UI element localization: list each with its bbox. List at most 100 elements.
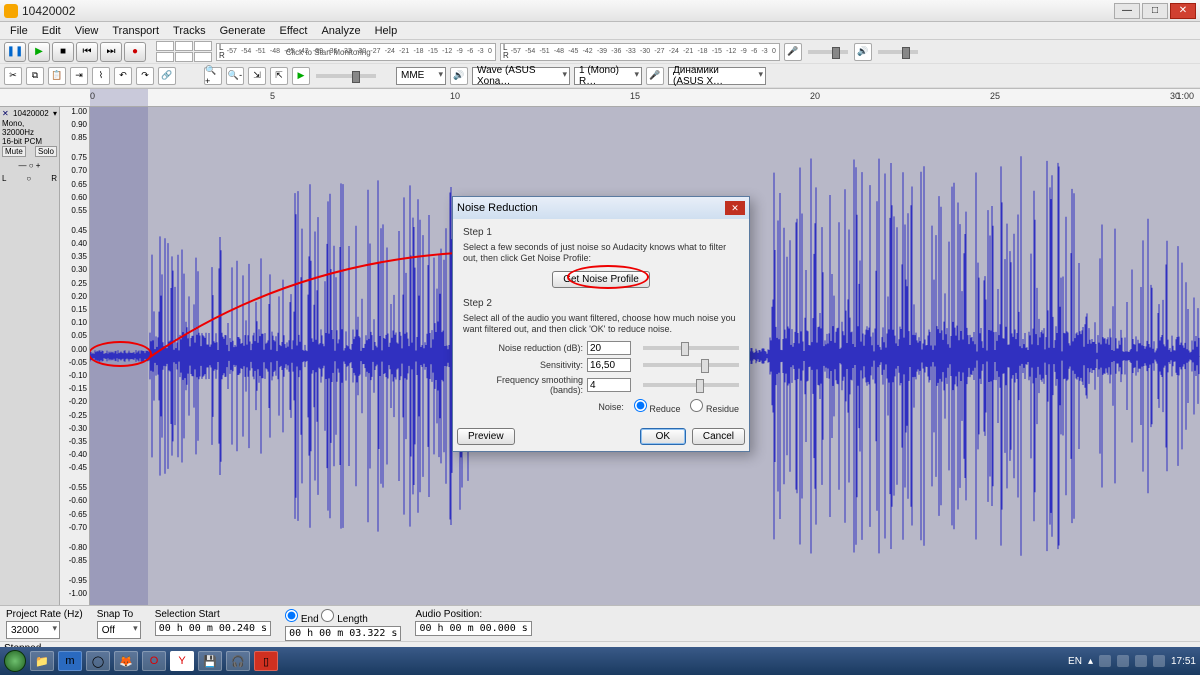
noise-reduction-dialog: Noise Reduction ✕ Step 1 Select a few se…: [452, 196, 750, 452]
menu-file[interactable]: File: [4, 24, 34, 38]
zoom-fit-button[interactable]: ⇱: [270, 67, 288, 85]
selection-end-field[interactable]: 00 h 00 m 03.322 s: [285, 626, 401, 641]
close-button[interactable]: ✕: [1170, 3, 1196, 19]
speed-slider[interactable]: [316, 74, 376, 78]
audio-host-combo[interactable]: MME: [396, 67, 446, 85]
sensitivity-slider[interactable]: [643, 363, 739, 367]
tray-shield-icon[interactable]: [1153, 655, 1165, 667]
track-control-panel[interactable]: ✕10420002▾ Mono, 32000Hz 16-bit PCM Mute…: [0, 107, 60, 605]
menu-bar: FileEditViewTransportTracksGenerateEffec…: [0, 22, 1200, 40]
tool-selector[interactable]: [156, 41, 212, 62]
project-rate-combo[interactable]: 32000: [6, 621, 60, 639]
input-volume-slider[interactable]: [808, 50, 848, 54]
tray-flag-icon[interactable]: [1099, 655, 1111, 667]
system-tray[interactable]: EN ▴ 17:51: [1068, 655, 1196, 667]
cut-button[interactable]: ✂: [4, 67, 22, 85]
clock[interactable]: 17:51: [1171, 656, 1196, 667]
noise-reduction-input[interactable]: [587, 341, 631, 355]
taskbar-chrome-icon[interactable]: ◯: [86, 651, 110, 671]
trim-button[interactable]: ⇥: [70, 67, 88, 85]
stop-button[interactable]: ■: [52, 42, 74, 62]
window-titlebar: 10420002 — □ ✕: [0, 0, 1200, 22]
menu-effect[interactable]: Effect: [274, 24, 314, 38]
redo-button[interactable]: ↷: [136, 67, 154, 85]
sync-lock-button[interactable]: 🔗: [158, 67, 176, 85]
app-icon: [4, 4, 18, 18]
undo-button[interactable]: ↶: [114, 67, 132, 85]
menu-analyze[interactable]: Analyze: [315, 24, 366, 38]
menu-edit[interactable]: Edit: [36, 24, 67, 38]
track-name[interactable]: 10420002: [13, 109, 49, 118]
length-radio[interactable]: Length: [321, 614, 367, 625]
taskbar-yandex-icon[interactable]: Y: [170, 651, 194, 671]
output-device-combo[interactable]: Wave (ASUS Xona…: [472, 67, 570, 85]
selection-start-field[interactable]: 00 h 00 m 00.240 s: [155, 621, 271, 636]
selection-start-label: Selection Start: [155, 609, 271, 620]
window-title: 10420002: [22, 4, 1114, 18]
zoom-in-button[interactable]: 🔍+: [204, 67, 222, 85]
skip-start-button[interactable]: ⏮: [76, 42, 98, 62]
zoom-out-button[interactable]: 🔍-: [226, 67, 244, 85]
reduce-radio[interactable]: Reduce: [634, 399, 681, 414]
taskbar-opera-icon[interactable]: O: [142, 651, 166, 671]
noise-reduction-label: Noise reduction (dB):: [463, 343, 583, 353]
frequency-smoothing-label: Frequency smoothing (bands):: [463, 375, 583, 395]
language-indicator[interactable]: EN: [1068, 656, 1082, 667]
start-button[interactable]: [4, 650, 26, 672]
track-bitdepth: 16-bit PCM: [2, 137, 57, 146]
residue-radio[interactable]: Residue: [690, 399, 739, 414]
menu-help[interactable]: Help: [369, 24, 404, 38]
taskbar-save-icon[interactable]: 💾: [198, 651, 222, 671]
menu-tracks[interactable]: Tracks: [167, 24, 212, 38]
snap-to-combo[interactable]: Off: [97, 621, 141, 639]
mute-button[interactable]: Mute: [2, 146, 26, 157]
menu-generate[interactable]: Generate: [214, 24, 272, 38]
mic-icon[interactable]: 🎤: [784, 43, 802, 61]
frequency-smoothing-input[interactable]: [587, 378, 631, 392]
audio-position-field[interactable]: 00 h 00 m 00.000 s: [415, 621, 531, 636]
copy-button[interactable]: ⧉: [26, 67, 44, 85]
noise-reduction-slider[interactable]: [643, 346, 739, 350]
play-at-speed-button[interactable]: ▶: [292, 67, 310, 85]
step2-text: Select all of the audio you want filtere…: [463, 313, 739, 336]
frequency-smoothing-slider[interactable]: [643, 383, 739, 387]
taskbar-explorer-icon[interactable]: 📁: [30, 651, 54, 671]
minimize-button[interactable]: —: [1114, 3, 1140, 19]
maximize-button[interactable]: □: [1142, 3, 1168, 19]
tray-volume-icon[interactable]: [1135, 655, 1147, 667]
channels-combo[interactable]: 1 (Mono) R…: [574, 67, 642, 85]
cancel-button[interactable]: Cancel: [692, 428, 745, 445]
paste-button[interactable]: 📋: [48, 67, 66, 85]
ok-button[interactable]: OK: [640, 428, 686, 445]
taskbar-app2-icon[interactable]: ▯: [254, 651, 278, 671]
menu-view[interactable]: View: [69, 24, 105, 38]
dialog-close-button[interactable]: ✕: [725, 201, 745, 215]
selection-toolbar: Project Rate (Hz) 32000 Snap To Off Sele…: [0, 605, 1200, 641]
monitor-hint: Click to Start Monitoring: [286, 48, 371, 57]
end-radio[interactable]: End: [285, 614, 319, 625]
taskbar-app-icon[interactable]: m: [58, 651, 82, 671]
annotation-button-circle: [567, 265, 649, 289]
record-button[interactable]: ●: [124, 42, 146, 62]
taskbar-audacity-icon[interactable]: 🎧: [226, 651, 250, 671]
playback-meter[interactable]: LR -57-54-51-48-45-42-39-36-33-30-27-24-…: [500, 43, 780, 61]
output-volume-slider[interactable]: [878, 50, 918, 54]
step1-text: Select a few seconds of just noise so Au…: [463, 242, 739, 265]
taskbar-firefox-icon[interactable]: 🦊: [114, 651, 138, 671]
menu-transport[interactable]: Transport: [106, 24, 165, 38]
snap-to-label: Snap To: [97, 609, 141, 620]
pause-button[interactable]: ❚❚: [4, 42, 26, 62]
play-button[interactable]: ▶: [28, 42, 50, 62]
silence-button[interactable]: ⌇: [92, 67, 110, 85]
skip-end-button[interactable]: ⏭: [100, 42, 122, 62]
timeline-ruler[interactable]: 0510152025301:00: [0, 89, 1200, 107]
solo-button[interactable]: Solo: [35, 146, 57, 157]
tray-network-icon[interactable]: [1117, 655, 1129, 667]
preview-button[interactable]: Preview: [457, 428, 515, 445]
sensitivity-input[interactable]: [587, 358, 631, 372]
zoom-sel-button[interactable]: ⇲: [248, 67, 266, 85]
project-rate-label: Project Rate (Hz): [6, 609, 83, 620]
speaker-icon[interactable]: 🔊: [854, 43, 872, 61]
recording-meter[interactable]: LR -57-54-51-48-45-42-39-36-33-30-27-24-…: [216, 43, 496, 61]
input-device-combo[interactable]: Динамики (ASUS X…: [668, 67, 766, 85]
